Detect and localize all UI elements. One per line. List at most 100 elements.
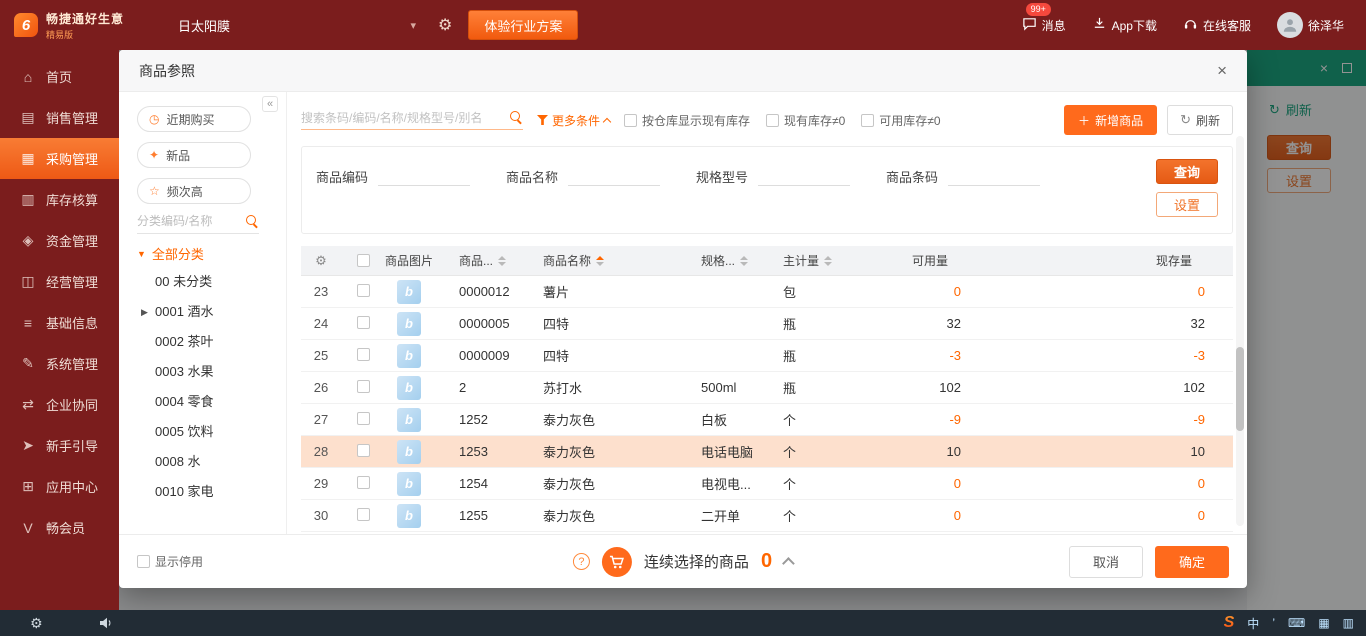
sidebar-item[interactable]: ◈ 资金管理 xyxy=(0,220,119,261)
filter-field-input[interactable] xyxy=(378,168,471,186)
column-header[interactable]: 商品... xyxy=(459,252,543,269)
company-select[interactable]: 日太阳膜 ▾ xyxy=(178,16,416,35)
sidebar-item[interactable]: ⌂ 首页 xyxy=(0,56,119,97)
ime-icon[interactable]: ▦ xyxy=(1318,616,1329,630)
scrollbar-thumb[interactable] xyxy=(1236,346,1244,431)
sort-icon[interactable] xyxy=(740,255,749,266)
cancel-button[interactable]: 取消 xyxy=(1069,545,1143,578)
all-categories-toggle[interactable]: ▼ 全部分类 xyxy=(137,244,286,263)
column-header[interactable]: 现存量 xyxy=(975,252,1233,269)
topbar-gear-icon[interactable]: ⚙ xyxy=(438,15,452,35)
sidebar-item[interactable]: ➤ 新手引导 xyxy=(0,425,119,466)
stock-filter-checkbox[interactable]: 按仓库显示现有库存 xyxy=(624,112,750,129)
sidebar-item[interactable]: ✎ 系统管理 xyxy=(0,343,119,384)
category-item[interactable]: ▶ 0005 饮料 xyxy=(137,417,286,447)
sidebar-item[interactable]: ▤ 销售管理 xyxy=(0,97,119,138)
industry-plan-button[interactable]: 体验行业方案 xyxy=(468,10,579,40)
show-disabled-checkbox[interactable]: 显示停用 xyxy=(137,553,203,570)
taskbar-gear-icon[interactable]: ⚙ xyxy=(30,615,43,632)
quick-filter-button[interactable]: ☆ 频次高 xyxy=(137,178,251,204)
row-checkbox[interactable] xyxy=(356,283,370,297)
row-checkbox[interactable] xyxy=(356,443,370,457)
collapse-up-icon[interactable] xyxy=(782,557,795,570)
checkbox[interactable] xyxy=(624,113,638,127)
more-filters-toggle[interactable]: 更多条件 xyxy=(537,112,612,129)
table-row[interactable]: 28 b 1253 泰力灰色 电话电脑 个 10 10 xyxy=(301,436,1233,468)
row-checkbox[interactable] xyxy=(356,347,370,361)
add-product-button[interactable]: ＋ 新增商品 xyxy=(1064,105,1158,135)
sogou-input-icon[interactable]: S xyxy=(1224,614,1235,632)
ime-icon[interactable]: 中 xyxy=(1247,615,1259,632)
column-header[interactable]: 可用量 xyxy=(863,252,975,269)
category-item[interactable]: ▶ 0002 茶叶 xyxy=(137,327,286,357)
checkbox[interactable] xyxy=(861,113,875,127)
quick-filter-button[interactable]: ◷ 近期购买 xyxy=(137,106,251,132)
select-all-checkbox[interactable] xyxy=(356,254,370,267)
online-service-button[interactable]: 在线客服 xyxy=(1183,16,1251,34)
sort-icon[interactable] xyxy=(596,255,605,266)
table-row[interactable]: 24 b 0000005 四特 瓶 32 32 xyxy=(301,308,1233,340)
table-row[interactable]: 27 b 1252 泰力灰色 白板 个 -9 -9 xyxy=(301,404,1233,436)
volume-icon[interactable] xyxy=(99,617,113,629)
row-checkbox[interactable] xyxy=(356,507,370,521)
help-icon[interactable]: ? xyxy=(572,553,590,570)
search-icon[interactable] xyxy=(246,214,259,228)
sidebar-item[interactable]: ⊞ 应用中心 xyxy=(0,466,119,507)
product-search-input[interactable] xyxy=(301,110,504,125)
collapse-panel-icon[interactable]: « xyxy=(262,96,278,112)
table-row[interactable]: 23 b 0000012 薯片 包 0 0 xyxy=(301,276,1233,308)
checkbox[interactable] xyxy=(137,555,150,568)
column-header[interactable]: 主计量 xyxy=(783,252,863,269)
sidebar-item[interactable]: ◫ 经营管理 xyxy=(0,261,119,302)
app-download-button[interactable]: App下载 xyxy=(1092,16,1157,34)
table-row[interactable]: 29 b 1254 泰力灰色 电视电... 个 0 0 xyxy=(301,468,1233,500)
stock-filter-checkbox[interactable]: 可用库存≠0 xyxy=(861,112,941,129)
checkbox[interactable] xyxy=(766,113,780,127)
confirm-button[interactable]: 确定 xyxy=(1155,545,1229,578)
ime-icon[interactable]: ⌨ xyxy=(1288,616,1305,630)
expand-arrow-icon[interactable]: ▶ xyxy=(141,297,148,327)
search-icon[interactable] xyxy=(510,111,523,124)
user-menu[interactable]: 徐泽华 xyxy=(1276,12,1344,38)
ime-icon[interactable]: ’ xyxy=(1272,616,1275,630)
table-row[interactable]: 26 b 2 苏打水 500ml 瓶 102 102 xyxy=(301,372,1233,404)
column-header[interactable]: 商品图片 xyxy=(385,252,459,269)
table-scrollbar[interactable] xyxy=(1236,136,1244,526)
category-item[interactable]: ▶ 00 未分类 xyxy=(137,267,286,297)
row-checkbox[interactable] xyxy=(356,411,370,425)
sort-icon[interactable] xyxy=(498,255,507,266)
messages-button[interactable]: 99+ 消息 xyxy=(1022,3,1066,34)
category-search-input[interactable] xyxy=(137,214,229,228)
filter-field-input[interactable] xyxy=(948,168,1041,186)
category-label: 0005 饮料 xyxy=(155,424,214,439)
category-item[interactable]: ▶ 0001 酒水 xyxy=(137,297,286,327)
row-checkbox[interactable] xyxy=(356,379,370,393)
row-checkbox[interactable] xyxy=(356,475,370,489)
sidebar-item[interactable]: ≡ 基础信息 xyxy=(0,302,119,343)
table-row[interactable]: 25 b 0000009 四特 瓶 -3 -3 xyxy=(301,340,1233,372)
category-item[interactable]: ▶ 0010 家电 xyxy=(137,477,286,507)
category-item[interactable]: ▶ 0004 零食 xyxy=(137,387,286,417)
settings-button[interactable]: 设置 xyxy=(1156,192,1218,217)
refresh-button[interactable]: ↻ 刷新 xyxy=(1167,105,1233,135)
filter-field-input[interactable] xyxy=(568,168,661,186)
sidebar-item[interactable]: ⇄ 企业协同 xyxy=(0,384,119,425)
column-header[interactable]: 商品名称 xyxy=(543,252,701,269)
ime-icon[interactable]: ▥ xyxy=(1343,616,1354,630)
column-header[interactable]: 规格... xyxy=(701,252,783,269)
query-button[interactable]: 查询 xyxy=(1156,159,1218,184)
table-row[interactable]: 30 b 1255 泰力灰色 二开单 个 0 0 xyxy=(301,500,1233,532)
column-settings-gear-icon[interactable]: ⚙ xyxy=(301,253,341,269)
stock-filter-checkbox[interactable]: 现有库存≠0 xyxy=(766,112,845,129)
filter-field-input[interactable] xyxy=(758,168,851,186)
category-item[interactable]: ▶ 0003 水果 xyxy=(137,357,286,387)
row-checkbox[interactable] xyxy=(356,315,370,329)
sidebar-item[interactable]: ▥ 库存核算 xyxy=(0,179,119,220)
sidebar-item[interactable]: ▦ 采购管理 xyxy=(0,138,119,179)
sidebar-item[interactable]: V 畅会员 xyxy=(0,507,119,548)
quick-filter-button[interactable]: ✦ 新品 xyxy=(137,142,251,168)
cart-icon[interactable] xyxy=(601,546,632,577)
sort-icon[interactable] xyxy=(824,255,833,266)
category-item[interactable]: ▶ 0008 水 xyxy=(137,447,286,477)
close-icon[interactable]: × xyxy=(1217,61,1227,81)
